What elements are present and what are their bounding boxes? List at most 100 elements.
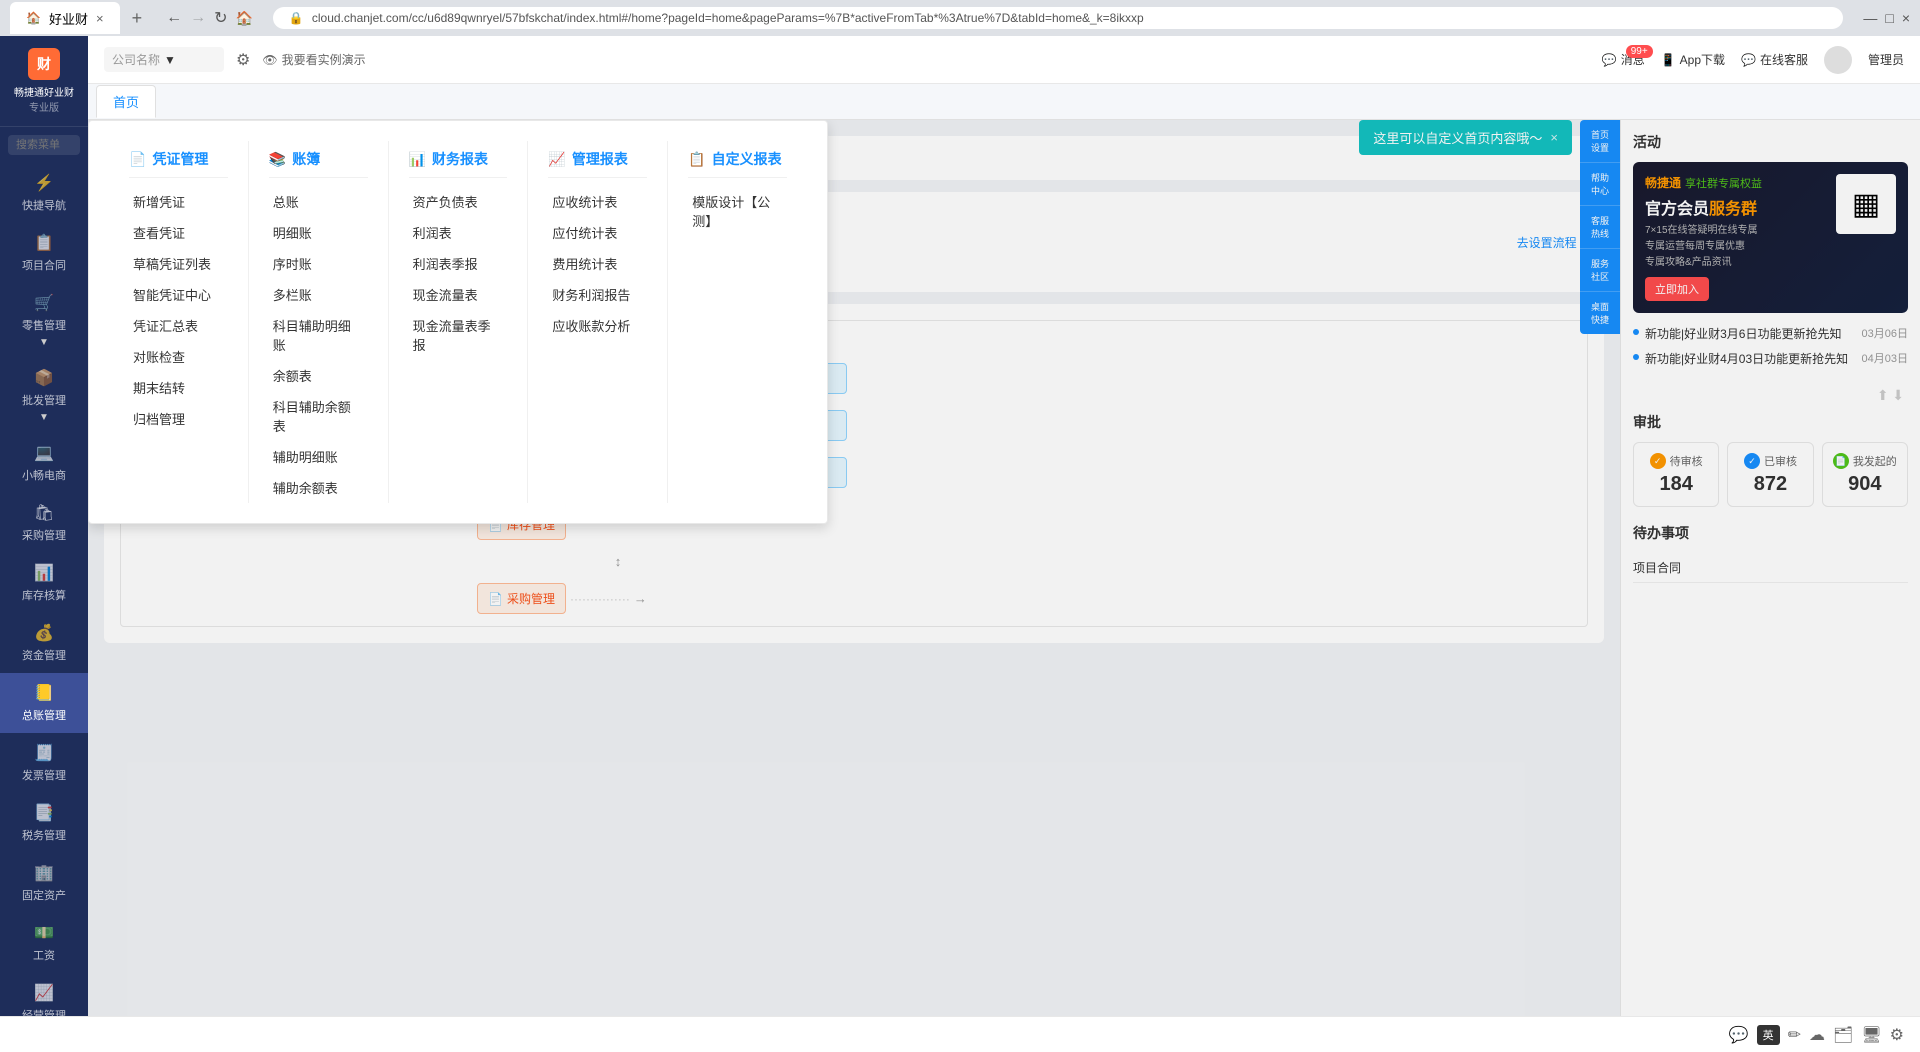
- dropdown-category-custom-report: 📋 自定义报表 模版设计【公测】: [668, 141, 807, 503]
- menu-item-income-quarterly[interactable]: 利润表季报: [409, 248, 508, 279]
- voucher-label: 凭证管理: [152, 149, 208, 169]
- sidebar-item-quick-nav[interactable]: ⚡ 快捷导航: [0, 163, 88, 223]
- voucher-icon: 📄: [129, 151, 146, 168]
- sidebar-item-label: 资金管理: [22, 647, 66, 663]
- logo-text: 畅捷通好业财: [14, 84, 74, 99]
- browser-chrome: 🏠 好业财 × + ← → ↻ 🏠 🔒 cloud.chanjet.com/cc…: [0, 0, 1920, 36]
- phone-icon: 📱: [1661, 53, 1676, 67]
- menu-item-balance-table[interactable]: 余额表: [269, 360, 368, 391]
- tab-bar: 🏠 好业财 × +: [10, 2, 150, 34]
- custom-report-icon: 📋: [688, 151, 705, 168]
- menu-item-multi-column-ledger[interactable]: 多栏账: [269, 279, 368, 310]
- sidebar-item-label: 工资: [33, 947, 55, 963]
- back-btn[interactable]: ←: [166, 9, 182, 27]
- menu-item-cashflow[interactable]: 现金流量表: [409, 279, 508, 310]
- sidebar-item-tax[interactable]: 📑 税务管理: [0, 793, 88, 853]
- notification-btn[interactable]: 💬 消息 99+: [1602, 51, 1645, 68]
- menu-item-receivable-analysis[interactable]: 应收账款分析: [548, 310, 647, 341]
- sidebar-item-label: 零售管理: [22, 317, 66, 333]
- taskbar-chat-icon[interactable]: 💬: [1729, 1025, 1749, 1045]
- sidebar-item-inventory[interactable]: 📊 库存核算: [0, 553, 88, 613]
- menu-item-subject-balance-table[interactable]: 科目辅助余额表: [269, 391, 368, 441]
- address-bar[interactable]: 🔒 cloud.chanjet.com/cc/u6d89qwnryel/57bf…: [273, 7, 1843, 29]
- dropdown-category-financial-report: 📊 财务报表 资产负债表 利润表 利润表季报 现金流量表 现金流量表季报: [389, 141, 529, 503]
- menu-item-voucher-summary[interactable]: 凭证汇总表: [129, 310, 228, 341]
- tab-close-btn[interactable]: ×: [96, 11, 104, 26]
- refresh-btn[interactable]: ↻: [214, 8, 227, 28]
- sidebar-item-finance[interactable]: 💰 资金管理: [0, 613, 88, 673]
- sidebar-item-wholesale[interactable]: 📦 批发管理 ▼: [0, 358, 88, 433]
- minimize-btn[interactable]: —: [1863, 10, 1877, 26]
- online-support-btn[interactable]: 💬 在线客服: [1741, 51, 1808, 68]
- browser-tab[interactable]: 🏠 好业财 ×: [10, 2, 120, 34]
- taskbar-monitor-icon[interactable]: 🖥: [1861, 1025, 1881, 1045]
- taskbar-settings-icon[interactable]: ⚙: [1890, 1025, 1904, 1045]
- sidebar-item-project[interactable]: 📋 项目合同: [0, 223, 88, 283]
- purchase-icon: 🛍: [34, 503, 54, 523]
- sidebar-item-invoice[interactable]: 🧾 发票管理: [0, 733, 88, 793]
- financial-report-label: 财务报表: [432, 149, 488, 169]
- menu-item-view-voucher[interactable]: 查看凭证: [129, 217, 228, 248]
- menu-item-archive[interactable]: 归档管理: [129, 403, 228, 434]
- sidebar-item-accounting[interactable]: 📒 总账管理: [0, 673, 88, 733]
- online-support-text: 在线客服: [1760, 51, 1808, 68]
- taskbar-cloud-icon[interactable]: ☁: [1809, 1025, 1825, 1045]
- menu-item-expense-stats[interactable]: 费用统计表: [548, 248, 647, 279]
- notification-icon: 💬: [1602, 53, 1617, 67]
- topbar-settings-icon[interactable]: ⚙: [236, 50, 250, 70]
- dropdown-overlay[interactable]: 📄 凭证管理 新增凭证 查看凭证 草稿凭证列表 智能凭证中心 凭证汇总表 对账检…: [88, 120, 1920, 1052]
- tab-home[interactable]: 首页: [96, 85, 156, 118]
- taskbar-lang[interactable]: 英: [1757, 1025, 1780, 1045]
- menu-item-payable-stats[interactable]: 应付统计表: [548, 217, 647, 248]
- menu-item-template-design[interactable]: 模版设计【公测】: [688, 186, 787, 236]
- taskbar-folder-icon[interactable]: 🗂: [1833, 1025, 1853, 1045]
- sidebar-search-input[interactable]: [8, 135, 80, 155]
- forward-btn[interactable]: →: [190, 9, 206, 27]
- sidebar-item-ecommerce[interactable]: 💻 小畅电商: [0, 433, 88, 493]
- quick-nav-icon: ⚡: [34, 173, 54, 193]
- sidebar-item-label: 项目合同: [22, 257, 66, 273]
- mgmt-report-icon: 📈: [548, 151, 565, 168]
- finance-icon: 💰: [34, 623, 54, 643]
- new-tab-btn[interactable]: +: [124, 8, 151, 29]
- sidebar-item-fixed-assets[interactable]: 🏢 固定资产: [0, 853, 88, 913]
- sidebar-item-salary[interactable]: 💵 工资: [0, 913, 88, 973]
- wholesale-icon: 📦: [34, 368, 54, 388]
- menu-item-draft-voucher[interactable]: 草稿凭证列表: [129, 248, 228, 279]
- sidebar-item-label: 快捷导航: [22, 197, 66, 213]
- demo-link[interactable]: 👁 我要看实例演示: [262, 51, 365, 68]
- menu-item-income-statement[interactable]: 利润表: [409, 217, 508, 248]
- menu-item-receivable-stats[interactable]: 应收统计表: [548, 186, 647, 217]
- sidebar-item-retail[interactable]: 🛒 零售管理 ▼: [0, 283, 88, 358]
- menu-item-detail-ledger[interactable]: 明细账: [269, 217, 368, 248]
- company-selector[interactable]: 公司名称 ▼: [104, 47, 224, 72]
- sidebar-nav: ⚡ 快捷导航 📋 项目合同 🛒 零售管理 ▼ 📦 批发管理 ▼ 💻 小畅电商: [0, 163, 88, 1018]
- taskbar-pencil-icon[interactable]: ✏: [1788, 1025, 1801, 1045]
- menu-item-reconcile[interactable]: 对账检查: [129, 341, 228, 372]
- menu-item-general-ledger[interactable]: 总账: [269, 186, 368, 217]
- menu-item-period-close[interactable]: 期末结转: [129, 372, 228, 403]
- menu-item-balance-sheet[interactable]: 资产负债表: [409, 186, 508, 217]
- menu-item-aux-balance-table[interactable]: 辅助余额表: [269, 472, 368, 503]
- menu-item-smart-voucher[interactable]: 智能凭证中心: [129, 279, 228, 310]
- sidebar-item-label: 库存核算: [22, 587, 66, 603]
- menu-item-cashflow-quarterly[interactable]: 现金流量表季报: [409, 310, 508, 360]
- sidebar-item-label: 小畅电商: [22, 467, 66, 483]
- sidebar-search-area: [0, 127, 88, 163]
- home-btn[interactable]: 🏠: [235, 10, 252, 27]
- close-btn[interactable]: ×: [1902, 10, 1910, 26]
- app-download-btn[interactable]: 📱 App下载: [1661, 51, 1725, 68]
- project-icon: 📋: [34, 233, 54, 253]
- user-avatar[interactable]: [1824, 46, 1852, 74]
- menu-item-subject-detail-ledger[interactable]: 科目辅助明细账: [269, 310, 368, 360]
- dropdown-category-voucher: 📄 凭证管理 新增凭证 查看凭证 草稿凭证列表 智能凭证中心 凭证汇总表 对账检…: [109, 141, 249, 503]
- sidebar-item-purchase[interactable]: 🛍 采购管理: [0, 493, 88, 553]
- menu-item-sequential-ledger[interactable]: 序时账: [269, 248, 368, 279]
- sidebar: 财 畅捷通好业财 专业版 ⚡ 快捷导航 📋 项目合同 🛒 零售管理 ▼ 📦: [0, 36, 88, 1052]
- menu-item-new-voucher[interactable]: 新增凭证: [129, 186, 228, 217]
- dropdown-category-mgmt-report: 📈 管理报表 应收统计表 应付统计表 费用统计表 财务利润报告 应收账款分析: [528, 141, 668, 503]
- menu-item-profit-report[interactable]: 财务利润报告: [548, 279, 647, 310]
- maximize-btn[interactable]: □: [1885, 10, 1893, 26]
- sidebar-item-operation[interactable]: 📈 经营管理: [0, 973, 88, 1018]
- menu-item-aux-detail-ledger[interactable]: 辅助明细账: [269, 441, 368, 472]
